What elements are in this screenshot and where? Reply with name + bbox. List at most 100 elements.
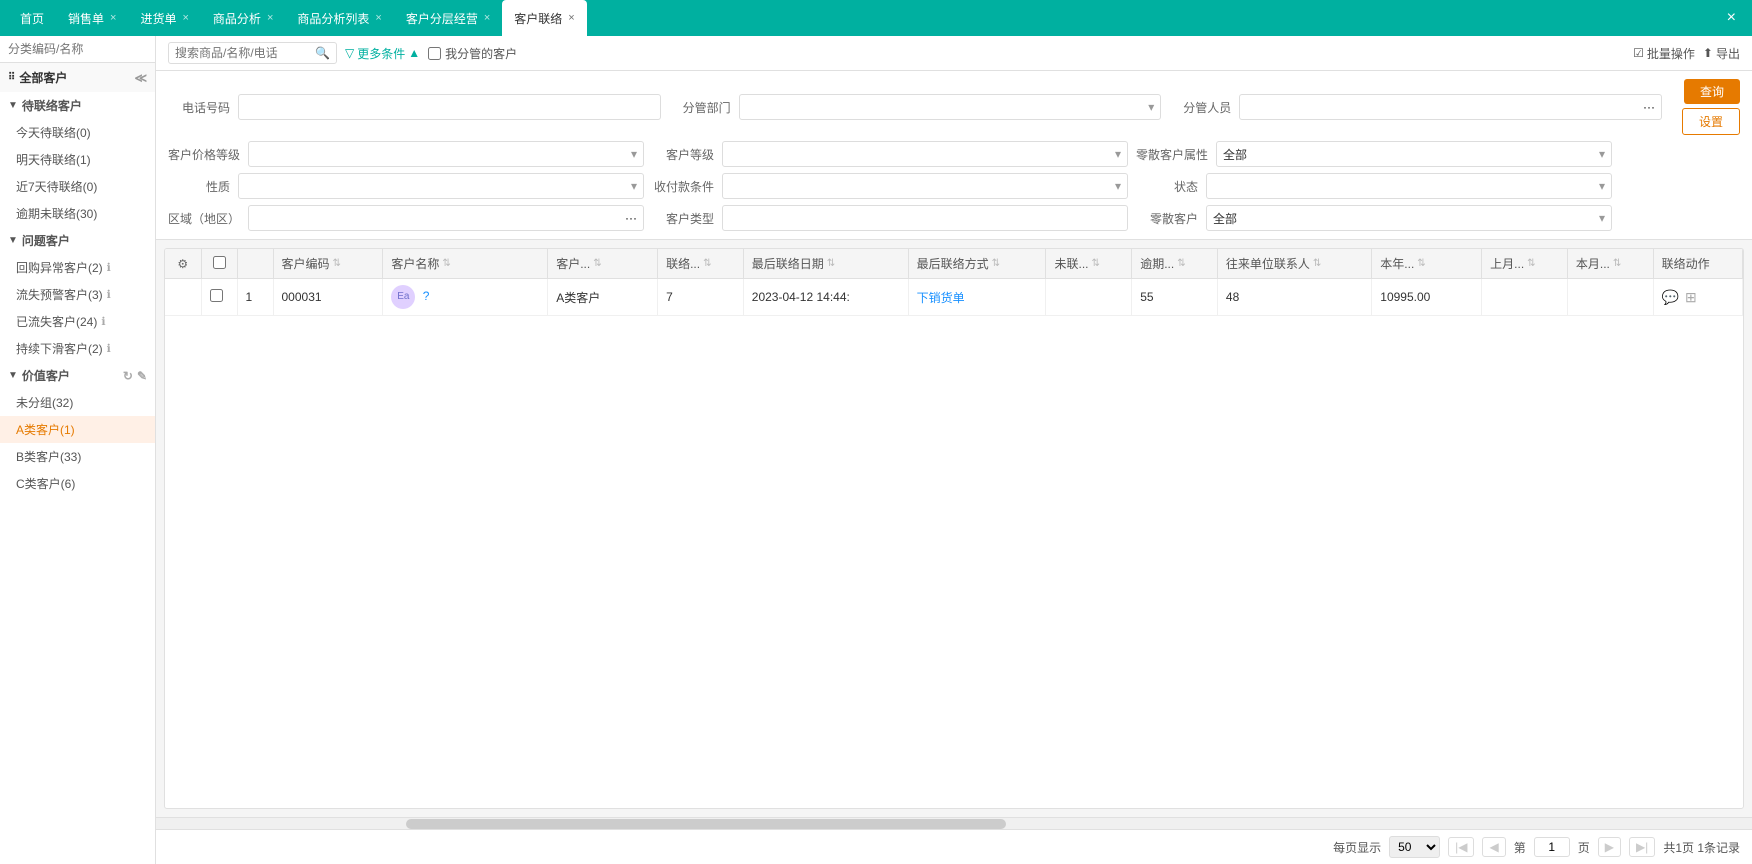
method-link[interactable]: 下销货单 xyxy=(917,291,965,305)
filter-search-box[interactable]: 🔍 xyxy=(168,42,337,64)
col-method-header[interactable]: 最后联络方式 ⇅ xyxy=(908,249,1046,279)
nav-close-analysis[interactable]: × xyxy=(267,12,273,24)
col-overdue-sort[interactable]: ⇅ xyxy=(1177,258,1185,269)
cell-name[interactable]: Ea ? xyxy=(383,279,548,316)
my-customers-check[interactable]: 我分管的客户 xyxy=(428,45,517,62)
nav-item-analysis[interactable]: 商品分析 × xyxy=(201,0,285,36)
sidebar-search-input[interactable] xyxy=(8,42,156,56)
nav-close-customer-mgmt[interactable]: × xyxy=(484,12,490,24)
more-filters-button[interactable]: ▽ 更多条件 ▲ xyxy=(345,45,420,62)
col-action-header[interactable]: 联络动作 xyxy=(1653,249,1742,279)
col-nocontact-sort[interactable]: ⇅ xyxy=(1092,258,1100,269)
scrollbar-thumb[interactable] xyxy=(406,819,1006,829)
nav-close-customer-contact[interactable]: × xyxy=(568,12,574,24)
nav-item-home[interactable]: 首页 xyxy=(8,0,56,36)
settings-filter-button[interactable]: 设置 xyxy=(1682,108,1740,135)
sidebar-item-declining[interactable]: 持续下滑客户(2) ℹ xyxy=(0,335,155,362)
sidebar-item-class-a[interactable]: A类客户(1) xyxy=(0,416,155,443)
refresh-icon[interactable]: ↻ xyxy=(123,369,133,383)
sidebar-all-customers[interactable]: ⠿ 全部客户 ≪ xyxy=(0,63,155,92)
col-contact-header[interactable]: 联络... ⇅ xyxy=(658,249,744,279)
col-history-header[interactable]: 往来单位联系人 ⇅ xyxy=(1217,249,1371,279)
col-history-sort[interactable]: ⇅ xyxy=(1313,258,1321,269)
col-type-sort[interactable]: ⇅ xyxy=(593,258,601,269)
select-dept[interactable]: ▾ xyxy=(739,94,1162,120)
my-customers-checkbox[interactable] xyxy=(428,47,441,60)
col-method-sort[interactable]: ⇅ xyxy=(992,258,1000,269)
sidebar-item-class-b[interactable]: B类客户(33) xyxy=(0,443,155,470)
col-code-sort[interactable]: ⇅ xyxy=(333,258,341,269)
last-page-button[interactable]: ▶| xyxy=(1629,837,1655,857)
sidebar-item-overdue[interactable]: 逾期未联络(30) xyxy=(0,200,155,227)
col-name-header[interactable]: 客户名称 ⇅ xyxy=(383,249,548,279)
col-contact-sort[interactable]: ⇅ xyxy=(703,258,711,269)
sidebar-item-class-c[interactable]: C类客户(6) xyxy=(0,470,155,497)
nav-item-customer-contact[interactable]: 客户联络 × xyxy=(502,0,586,36)
select-all-checkbox[interactable] xyxy=(213,256,226,269)
sidebar-group-value[interactable]: ▼ 价值客户 ↻ ✎ xyxy=(0,362,155,389)
first-page-button[interactable]: |◀ xyxy=(1448,837,1474,857)
col-nocontact-header[interactable]: 未联... ⇅ xyxy=(1046,249,1132,279)
col-lastmonth-sort[interactable]: ⇅ xyxy=(1527,258,1535,269)
sidebar-collapse-icon[interactable]: ≪ xyxy=(134,71,147,85)
select-retail-attr[interactable]: 全部 ▾ xyxy=(1216,141,1612,167)
input-phone[interactable] xyxy=(238,94,661,120)
sidebar-item-tomorrow[interactable]: 明天待联络(1) xyxy=(0,146,155,173)
input-customer-type[interactable] xyxy=(722,205,1128,231)
select-status[interactable]: ▾ xyxy=(1206,173,1612,199)
edit-icon[interactable]: ✎ xyxy=(137,369,147,383)
grid-icon[interactable]: ⊞ xyxy=(1685,289,1697,306)
sidebar-group-problem[interactable]: ▼ 问题客户 xyxy=(0,227,155,254)
select-customer-level[interactable]: ▾ xyxy=(722,141,1128,167)
page-input[interactable] xyxy=(1534,837,1570,857)
col-thismonth-header[interactable]: 本月... ⇅ xyxy=(1567,249,1653,279)
sidebar-item-abnormal[interactable]: 回购异常客户(2) ℹ xyxy=(0,254,155,281)
col-lastmonth-header[interactable]: 上月... ⇅ xyxy=(1482,249,1568,279)
col-date-sort[interactable]: ⇅ xyxy=(827,258,835,269)
nav-close-purchase[interactable]: × xyxy=(182,12,188,24)
sidebar-item-ungrouped[interactable]: 未分组(32) xyxy=(0,389,155,416)
prev-page-button[interactable]: ◀ xyxy=(1482,837,1505,857)
col-name-sort[interactable]: ⇅ xyxy=(442,258,450,269)
select-region[interactable]: ··· xyxy=(248,205,644,231)
select-price-level[interactable]: ▾ xyxy=(248,141,644,167)
col-checkbox-header[interactable] xyxy=(201,249,237,279)
col-year-sort[interactable]: ⇅ xyxy=(1417,258,1425,269)
settings-icon[interactable]: ⚙ xyxy=(177,257,188,271)
query-button[interactable]: 查询 xyxy=(1684,79,1740,104)
sidebar-item-week[interactable]: 近7天待联络(0) xyxy=(0,173,155,200)
col-code-header[interactable]: 客户编码 ⇅ xyxy=(273,249,383,279)
col-overdue-header[interactable]: 逾期... ⇅ xyxy=(1132,249,1218,279)
select-nature[interactable]: ▾ xyxy=(238,173,644,199)
cell-method[interactable]: 下销货单 xyxy=(908,279,1046,316)
sidebar-item-churned[interactable]: 已流失客户(24) ℹ xyxy=(0,308,155,335)
nav-close-analysis-list[interactable]: × xyxy=(375,12,381,24)
horizontal-scrollbar[interactable] xyxy=(156,817,1752,829)
col-thismonth-sort[interactable]: ⇅ xyxy=(1613,258,1621,269)
col-settings[interactable]: ⚙ xyxy=(165,249,201,279)
row-checkbox[interactable] xyxy=(210,289,223,302)
nav-item-sales[interactable]: 销售单 × xyxy=(56,0,128,36)
col-year-header[interactable]: 本年... ⇅ xyxy=(1372,249,1482,279)
sidebar-item-churn-warning[interactable]: 流失预警客户(3) ℹ xyxy=(0,281,155,308)
per-page-select[interactable]: 50 100 200 xyxy=(1389,836,1440,858)
cell-check[interactable] xyxy=(201,279,237,316)
select-manager[interactable]: ··· xyxy=(1239,94,1662,120)
select-payment[interactable]: ▾ xyxy=(722,173,1128,199)
chat-icon[interactable]: 💬 xyxy=(1662,289,1679,306)
next-page-button[interactable]: ▶ xyxy=(1598,837,1621,857)
sidebar-group-pending[interactable]: ▼ 待联络客户 xyxy=(0,92,155,119)
select-retail-customer[interactable]: 全部 ▾ xyxy=(1206,205,1612,231)
bulk-op-button[interactable]: ☑ 批量操作 xyxy=(1633,45,1695,62)
filter-search-icon[interactable]: 🔍 xyxy=(315,46,330,60)
nav-item-analysis-list[interactable]: 商品分析列表 × xyxy=(285,0,393,36)
export-button[interactable]: ⬆ 导出 xyxy=(1703,45,1740,62)
filter-search-input[interactable] xyxy=(175,46,315,60)
col-date-header[interactable]: 最后联络日期 ⇅ xyxy=(743,249,908,279)
sidebar-search-box[interactable]: 🔍 xyxy=(0,36,155,63)
col-type-header[interactable]: 客户... ⇅ xyxy=(548,249,658,279)
global-close-button[interactable]: × xyxy=(1719,9,1744,27)
nav-close-sales[interactable]: × xyxy=(110,12,116,24)
sidebar-item-today[interactable]: 今天待联络(0) xyxy=(0,119,155,146)
nav-item-purchase[interactable]: 进货单 × xyxy=(128,0,200,36)
